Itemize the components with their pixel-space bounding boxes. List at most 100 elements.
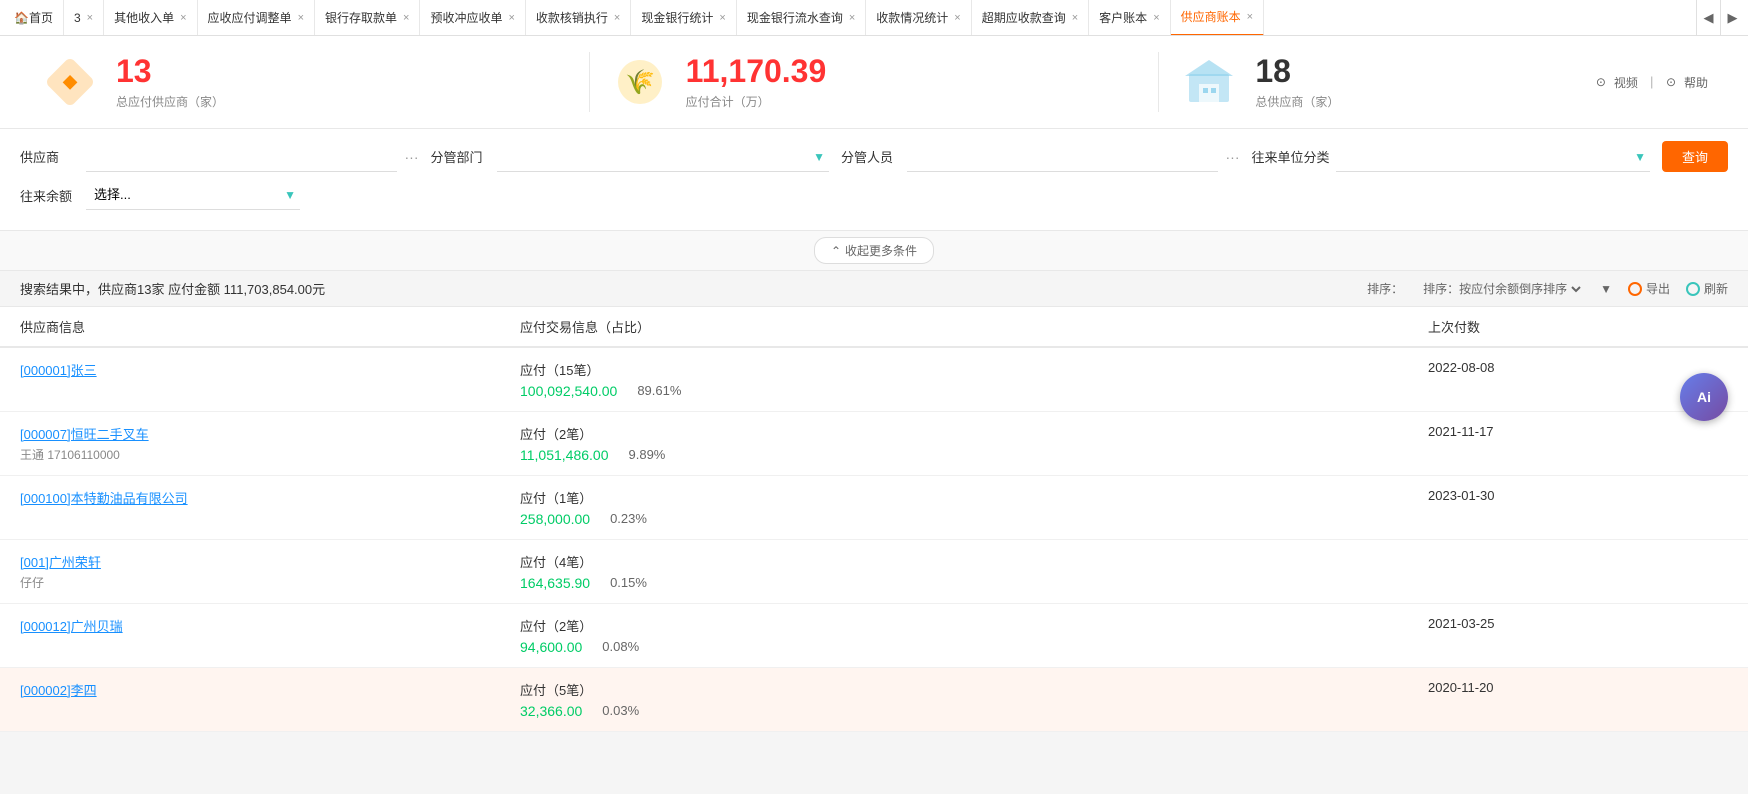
export-label: 导出 bbox=[1646, 280, 1670, 297]
tx-percent: 0.08% bbox=[602, 639, 639, 654]
supplier-filter-dots[interactable]: ··· bbox=[405, 149, 419, 165]
summary-card-total-suppliers: 18 总供应商（家） ⊙ 视频 ｜ ⊙ 帮助 bbox=[1159, 52, 1728, 112]
nav-tab-collection-exec[interactable]: 收款核销执行 × bbox=[526, 0, 631, 36]
last-payment-cell: 2020-11-20 bbox=[1428, 680, 1728, 695]
last-payment-cell: 2022-08-08 bbox=[1428, 360, 1728, 375]
collapse-row: ⌃ 收起更多条件 bbox=[0, 231, 1748, 271]
nav-tab-advance-receipt[interactable]: 预收冲应收单 × bbox=[420, 0, 525, 36]
nav-tab-bank-deposit[interactable]: 银行存取款单 × bbox=[315, 0, 420, 36]
nav-tab-overdue-query[interactable]: 超期应收款查询 × bbox=[972, 0, 1089, 36]
nav-tab-cash-bank-stat[interactable]: 现金银行统计 × bbox=[631, 0, 736, 36]
help-link[interactable]: 帮助 bbox=[1684, 74, 1708, 91]
nav-tab-supplier-ledger[interactable]: 供应商账本 × bbox=[1171, 0, 1264, 36]
nav-tab-customer-ledger[interactable]: 客户账本 × bbox=[1089, 0, 1170, 36]
supplier-filter-input[interactable] bbox=[86, 142, 397, 172]
supplier-cell: [001]广州荣轩 仔仔 bbox=[20, 552, 520, 591]
svg-text:🌾: 🌾 bbox=[625, 69, 655, 96]
table-row: [000012]广州贝瑞 应付（2笔） 94,600.00 0.08% 2021… bbox=[0, 604, 1748, 668]
close-icon[interactable]: × bbox=[1153, 12, 1159, 24]
nav-tab-ar-ap-adjust[interactable]: 应收应付调整单 × bbox=[198, 0, 315, 36]
nav-tab-3[interactable]: 3 × bbox=[64, 0, 104, 36]
supplier-cell: [000007]恒旺二手叉车 王通 17106110000 bbox=[20, 424, 520, 463]
dept-filter-select[interactable] bbox=[497, 142, 830, 172]
refresh-label: 刷新 bbox=[1704, 280, 1728, 297]
collapse-icon: ⌃ bbox=[831, 244, 841, 258]
divider: ｜ bbox=[1646, 74, 1658, 91]
nav-tab-overdue-query-label: 超期应收款查询 bbox=[982, 9, 1066, 26]
nav-next-arrow[interactable]: ▶ bbox=[1720, 0, 1744, 36]
tx-cell: 应付（4笔） 164,635.90 0.15% bbox=[520, 552, 1428, 591]
search-button[interactable]: 查询 bbox=[1662, 141, 1728, 172]
dept-dropdown-wrapper: ▼ bbox=[497, 142, 830, 172]
tx-cell: 应付（1笔） 258,000.00 0.23% bbox=[520, 488, 1428, 527]
supplier-link[interactable]: [000007]恒旺二手叉车 bbox=[20, 427, 149, 442]
tx-amount: 94,600.00 bbox=[520, 639, 582, 655]
supplier-link[interactable]: [000100]本特勤油品有限公司 bbox=[20, 491, 188, 506]
summary-top-right: ⊙ 视频 ｜ ⊙ 帮助 bbox=[1596, 74, 1708, 91]
close-icon[interactable]: × bbox=[87, 12, 93, 24]
sort-select[interactable]: 排序：按应付余额倒序排序 bbox=[1419, 281, 1584, 297]
close-icon[interactable]: × bbox=[1247, 11, 1253, 23]
supplier-filter-label: 供应商 bbox=[20, 147, 80, 166]
close-icon[interactable]: × bbox=[403, 12, 409, 24]
table-row: [000001]张三 应付（15笔） 100,092,540.00 89.61%… bbox=[0, 348, 1748, 412]
nav-tab-other-income[interactable]: 其他收入单 × bbox=[104, 0, 197, 36]
filter-dept: 分管部门 ▼ bbox=[431, 142, 830, 172]
filter-row-2: 往来余额 选择... ▼ bbox=[20, 180, 1728, 210]
tx-amount: 32,366.00 bbox=[520, 703, 582, 719]
category-filter-select[interactable] bbox=[1336, 142, 1650, 172]
nav-tab-home[interactable]: 🏠 首页 bbox=[4, 0, 64, 36]
supplier-link[interactable]: [000012]广州贝瑞 bbox=[20, 619, 123, 634]
balance-filter-select[interactable]: 选择... bbox=[86, 180, 300, 210]
close-icon[interactable]: × bbox=[1072, 12, 1078, 24]
video-link[interactable]: 视频 bbox=[1614, 74, 1638, 91]
tx-row: 94,600.00 0.08% bbox=[520, 637, 1428, 655]
tx-amount: 258,000.00 bbox=[520, 511, 590, 527]
result-info: 搜索结果中，供应商13家 应付金额 111,703,854.00元 bbox=[20, 279, 325, 298]
close-icon[interactable]: × bbox=[719, 12, 725, 24]
nav-prev-arrow[interactable]: ◀ bbox=[1696, 0, 1720, 36]
supplier-contact: 王通 17106110000 bbox=[20, 446, 520, 463]
last-payment-date: 2021-03-25 bbox=[1428, 612, 1495, 631]
close-icon[interactable]: × bbox=[614, 12, 620, 24]
tx-row: 32,366.00 0.03% bbox=[520, 701, 1428, 719]
supplier-link[interactable]: [001]广州荣轩 bbox=[20, 555, 101, 570]
category-filter-label: 往来单位分类 bbox=[1252, 147, 1330, 166]
tx-percent: 0.23% bbox=[610, 511, 647, 526]
total-suppliers-count: 18 bbox=[1255, 54, 1339, 89]
supplier-link[interactable]: [000001]张三 bbox=[20, 363, 97, 378]
person-filter-dots[interactable]: ··· bbox=[1226, 149, 1240, 165]
nav-tab-3-label: 3 bbox=[74, 11, 81, 25]
close-icon[interactable]: × bbox=[298, 12, 304, 24]
ai-button[interactable]: Ai bbox=[1680, 373, 1728, 421]
close-icon[interactable]: × bbox=[954, 12, 960, 24]
data-table: 供应商信息 应付交易信息（占比） 上次付数 [000001]张三 应付（15笔）… bbox=[0, 307, 1748, 732]
col-tx-info: 应付交易信息（占比） bbox=[520, 317, 1428, 336]
export-button[interactable]: 导出 bbox=[1628, 280, 1670, 297]
nav-tab-bank-deposit-label: 银行存取款单 bbox=[325, 9, 397, 26]
supplier-cell: [000012]广州贝瑞 bbox=[20, 616, 520, 635]
close-icon[interactable]: × bbox=[180, 12, 186, 24]
tx-percent: 0.03% bbox=[602, 703, 639, 718]
filter-row-1: 供应商 ··· 分管部门 ▼ 分管人员 ··· 往来单位分类 ▼ 查询 bbox=[20, 141, 1728, 172]
tx-row: 258,000.00 0.23% bbox=[520, 509, 1428, 527]
filter-balance: 往来余额 选择... ▼ bbox=[20, 180, 300, 210]
filter-supplier: 供应商 ··· bbox=[20, 142, 419, 172]
tx-cell: 应付（2笔） 11,051,486.00 9.89% bbox=[520, 424, 1428, 463]
close-icon[interactable]: × bbox=[849, 12, 855, 24]
nav-tab-collection-stat[interactable]: 收款情况统计 × bbox=[866, 0, 971, 36]
collapse-button[interactable]: ⌃ 收起更多条件 bbox=[814, 237, 934, 264]
summary-bar: ◆ 13 总应付供应商（家） 🌾 11,170.39 应付合计（万） bbox=[0, 36, 1748, 129]
tx-amount: 164,635.90 bbox=[520, 575, 590, 591]
video-icon: ⊙ bbox=[1596, 75, 1606, 89]
close-icon[interactable]: × bbox=[508, 12, 514, 24]
home-icon: 🏠 bbox=[14, 11, 29, 25]
refresh-button[interactable]: 刷新 bbox=[1686, 280, 1728, 297]
table-header: 供应商信息 应付交易信息（占比） 上次付数 bbox=[0, 307, 1748, 348]
nav-tab-cash-flow-query-label: 现金银行流水查询 bbox=[747, 9, 843, 26]
summary-info-total-suppliers: 18 总供应商（家） bbox=[1255, 54, 1339, 110]
nav-tab-cash-flow-query[interactable]: 现金银行流水查询 × bbox=[737, 0, 866, 36]
person-filter-input[interactable] bbox=[907, 142, 1218, 172]
supplier-link[interactable]: [000002]李四 bbox=[20, 683, 97, 698]
svg-text:◆: ◆ bbox=[62, 71, 78, 91]
